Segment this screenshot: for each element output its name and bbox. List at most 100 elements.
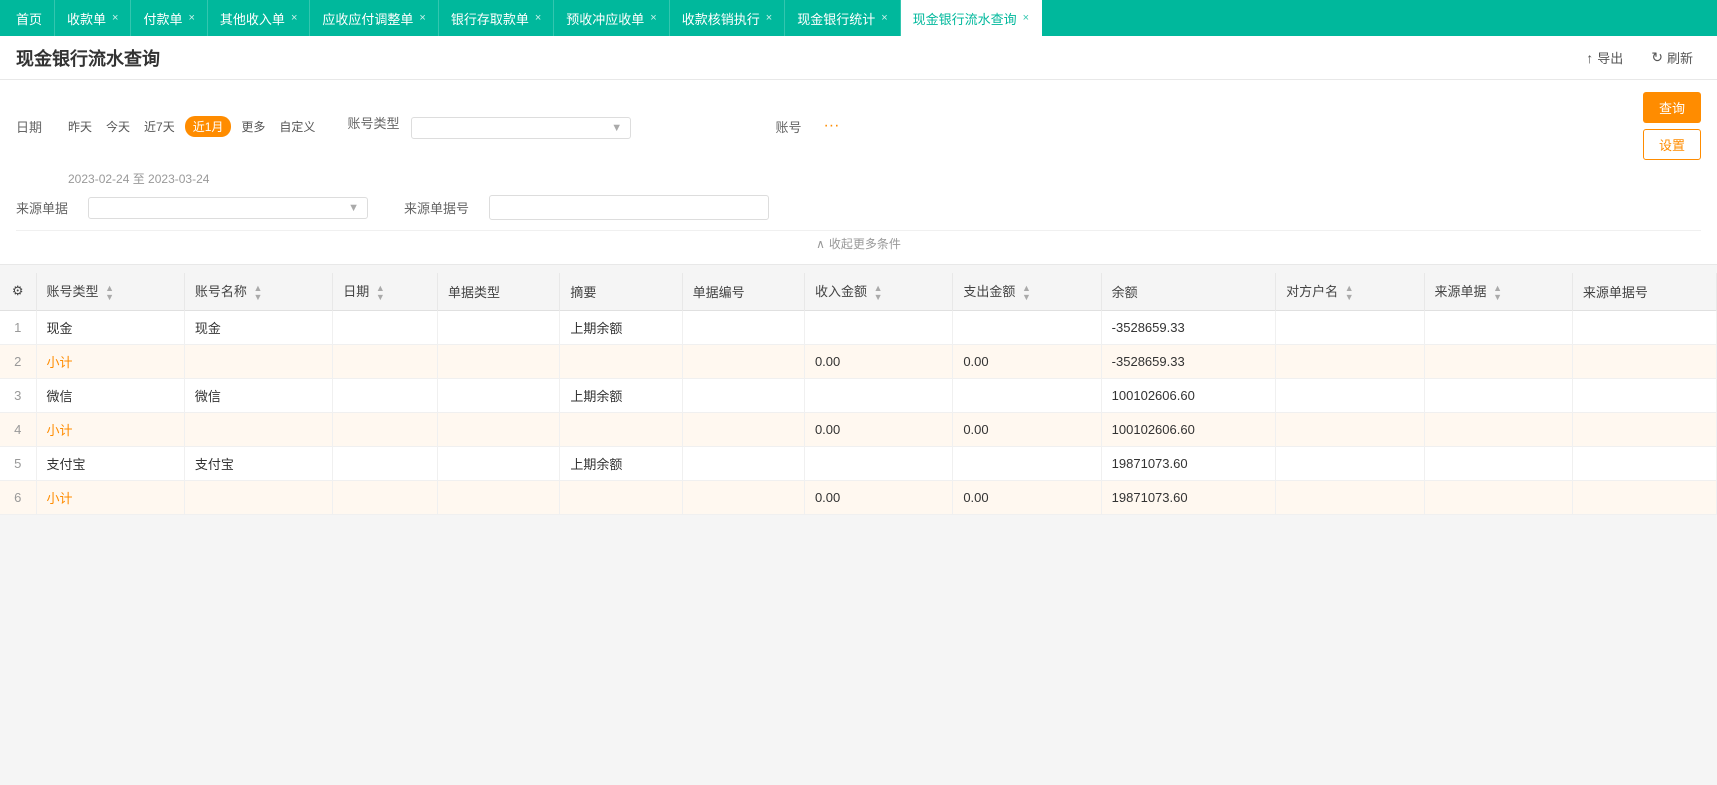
- th-account-name[interactable]: 账号名称 ▲▼: [184, 273, 332, 310]
- date-shortcut-1month[interactable]: 近1月: [185, 116, 232, 137]
- refresh-icon: ↻: [1651, 49, 1663, 66]
- cell-num: 4: [0, 412, 36, 446]
- cell-num: 1: [0, 310, 36, 344]
- close-icon[interactable]: ×: [419, 12, 425, 24]
- cell-doc-no: [682, 480, 804, 514]
- th-doc-no: 单据编号: [682, 273, 804, 310]
- data-table: ⚙ 账号类型 ▲▼ 账号名称 ▲▼ 日期 ▲▼ 单据类型 摘: [0, 273, 1717, 515]
- date-shortcut-custom[interactable]: 自定义: [275, 117, 319, 136]
- close-icon[interactable]: ×: [766, 12, 772, 24]
- date-shortcut-7days[interactable]: 近7天: [140, 117, 179, 136]
- source-doc-no-input[interactable]: [489, 195, 769, 220]
- cell-balance: -3528659.33: [1101, 344, 1275, 378]
- cell-account-type: 现金: [36, 310, 184, 344]
- table-row: 1现金现金上期余额-3528659.33: [0, 310, 1717, 344]
- cell-source-doc-no: [1572, 412, 1716, 446]
- date-shortcut-today[interactable]: 今天: [102, 117, 134, 136]
- cell-account-name: 微信: [184, 378, 332, 412]
- cell-source-doc-no: [1572, 310, 1716, 344]
- page-header: 现金银行流水查询 ↑ 导出 ↻ 刷新: [0, 36, 1717, 80]
- cell-doc-type: [438, 344, 560, 378]
- cell-source-doc-no: [1572, 446, 1716, 480]
- table-row: 5支付宝支付宝上期余额19871073.60: [0, 446, 1717, 480]
- nav-item-adjustment[interactable]: 应收应付调整单 ×: [310, 0, 438, 36]
- action-buttons: 查询 设置: [1643, 92, 1701, 160]
- nav-item-verify[interactable]: 收款核销执行 ×: [670, 0, 785, 36]
- cell-income: 0.00: [804, 480, 952, 514]
- cell-counterpart: [1276, 446, 1424, 480]
- sort-arrows-account-name: ▲▼: [254, 284, 263, 302]
- collapse-bar[interactable]: ∧ 收起更多条件: [16, 230, 1701, 256]
- cell-expense: 0.00: [953, 480, 1101, 514]
- top-nav: 首页 收款单 × 付款单 × 其他收入单 × 应收应付调整单 × 银行存取款单 …: [0, 0, 1717, 36]
- close-icon[interactable]: ×: [881, 12, 887, 24]
- date-shortcut-more[interactable]: 更多: [237, 117, 269, 136]
- gear-icon: ⚙: [12, 283, 24, 298]
- nav-item-bank-deposit[interactable]: 银行存取款单 ×: [439, 0, 554, 36]
- cell-source-doc: [1424, 480, 1572, 514]
- cell-account-name: 支付宝: [184, 446, 332, 480]
- cell-income: [804, 378, 952, 412]
- nav-item-prepaid[interactable]: 预收冲应收单 ×: [554, 0, 669, 36]
- th-source-doc[interactable]: 来源单据 ▲▼: [1424, 273, 1572, 310]
- th-date[interactable]: 日期 ▲▼: [333, 273, 438, 310]
- cell-source-doc: [1424, 310, 1572, 344]
- nav-item-receipt[interactable]: 收款单 ×: [55, 0, 131, 36]
- cell-doc-type: [438, 310, 560, 344]
- cell-source-doc-no: [1572, 344, 1716, 378]
- export-button[interactable]: ↑ 导出: [1578, 44, 1631, 71]
- refresh-button[interactable]: ↻ 刷新: [1643, 44, 1701, 71]
- settings-button[interactable]: 设置: [1643, 129, 1701, 160]
- cell-income: 0.00: [804, 412, 952, 446]
- query-button[interactable]: 查询: [1643, 92, 1701, 123]
- cell-expense: 0.00: [953, 344, 1101, 378]
- cell-balance: 100102606.60: [1101, 378, 1275, 412]
- nav-item-stats[interactable]: 现金银行统计 ×: [785, 0, 900, 36]
- cell-summary: 上期余额: [560, 310, 682, 344]
- close-icon[interactable]: ×: [535, 12, 541, 24]
- cell-doc-type: [438, 480, 560, 514]
- cell-account-type: 小计: [36, 480, 184, 514]
- nav-item-other-income[interactable]: 其他收入单 ×: [208, 0, 310, 36]
- date-shortcut-yesterday[interactable]: 昨天: [64, 117, 96, 136]
- close-icon[interactable]: ×: [112, 12, 118, 24]
- table-row: 2小计0.000.00-3528659.33: [0, 344, 1717, 378]
- date-shortcuts: 昨天 今天 近7天 近1月 更多 自定义: [64, 116, 319, 137]
- account-type-select[interactable]: ▼: [411, 117, 631, 139]
- cell-date: [333, 310, 438, 344]
- close-icon[interactable]: ×: [291, 12, 297, 24]
- cell-summary: [560, 344, 682, 378]
- th-counterpart[interactable]: 对方户名 ▲▼: [1276, 273, 1424, 310]
- nav-item-home[interactable]: 首页: [4, 0, 55, 36]
- cell-doc-no: [682, 378, 804, 412]
- nav-item-payment[interactable]: 付款单 ×: [131, 0, 207, 36]
- account-no-group: 账号 ···: [775, 117, 843, 136]
- cell-expense: [953, 310, 1101, 344]
- account-type-group: 账号类型 ▼: [347, 113, 747, 139]
- source-doc-no-label: 来源单据号: [404, 198, 469, 217]
- th-account-type[interactable]: 账号类型 ▲▼: [36, 273, 184, 310]
- close-icon[interactable]: ×: [650, 12, 656, 24]
- nav-item-flow-query[interactable]: 现金银行流水查询 ×: [901, 0, 1042, 36]
- cell-balance: 100102606.60: [1101, 412, 1275, 446]
- th-settings[interactable]: ⚙: [0, 273, 36, 310]
- cell-counterpart: [1276, 378, 1424, 412]
- source-doc-select[interactable]: ▼: [88, 197, 368, 219]
- th-income[interactable]: 收入金额 ▲▼: [804, 273, 952, 310]
- cell-account-type: 小计: [36, 344, 184, 378]
- account-no-ellipsis-btn[interactable]: ···: [819, 117, 843, 135]
- cell-account-type: 小计: [36, 412, 184, 446]
- account-no-label: 账号: [775, 117, 811, 136]
- sort-arrows-income: ▲▼: [874, 284, 883, 302]
- cell-summary: 上期余额: [560, 446, 682, 480]
- close-icon[interactable]: ×: [188, 12, 194, 24]
- th-balance: 余额: [1101, 273, 1275, 310]
- date-label: 日期: [16, 117, 52, 136]
- th-expense[interactable]: 支出金额 ▲▼: [953, 273, 1101, 310]
- cell-counterpart: [1276, 310, 1424, 344]
- close-icon[interactable]: ×: [1023, 12, 1029, 24]
- cell-balance: -3528659.33: [1101, 310, 1275, 344]
- cell-num: 3: [0, 378, 36, 412]
- cell-counterpart: [1276, 344, 1424, 378]
- cell-counterpart: [1276, 480, 1424, 514]
